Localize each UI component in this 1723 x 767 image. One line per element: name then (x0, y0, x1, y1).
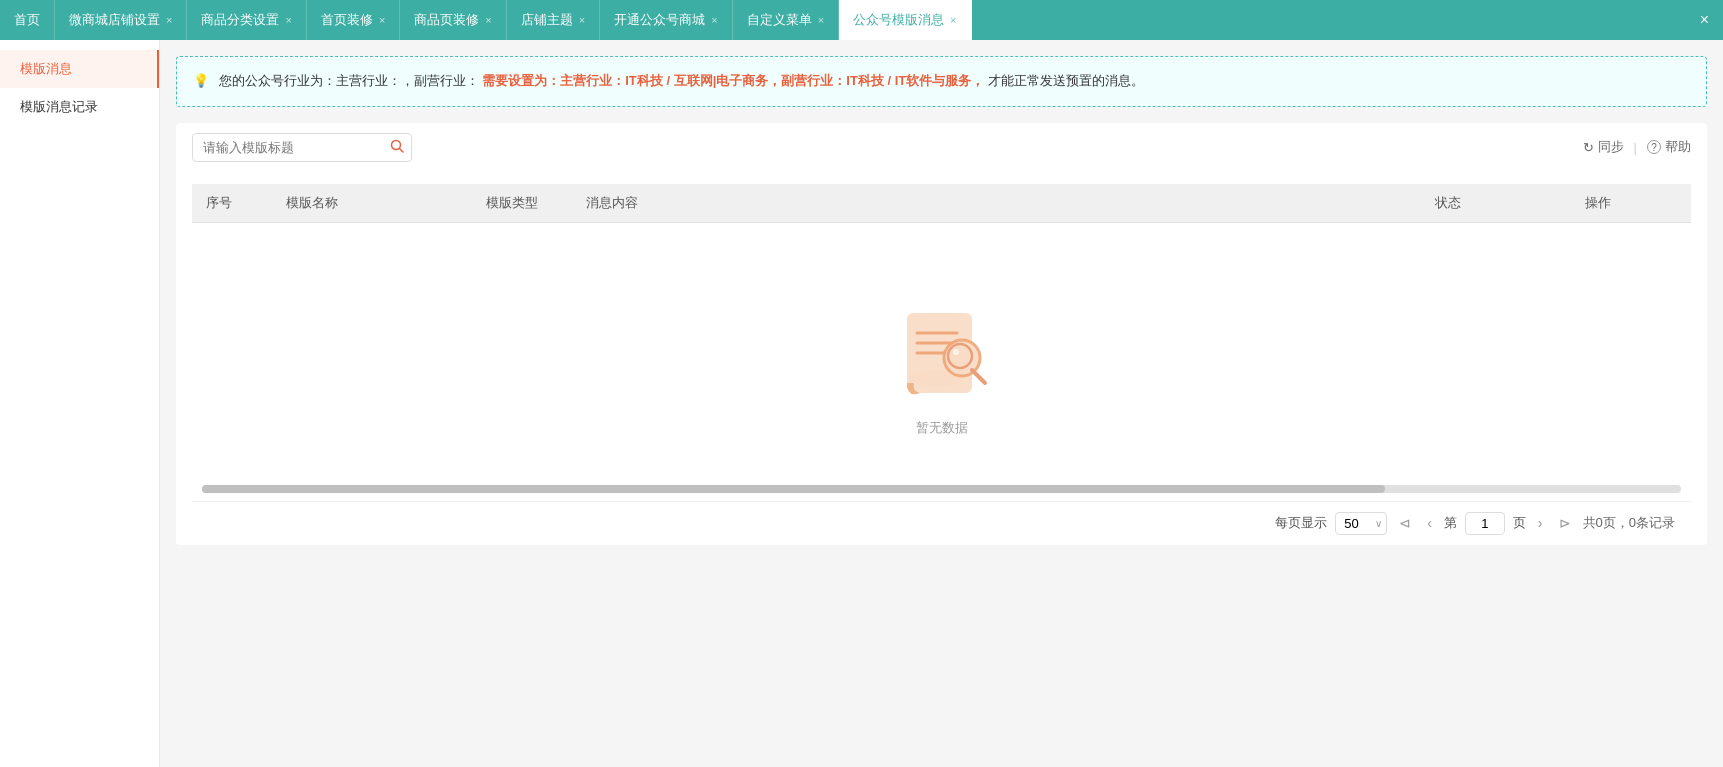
horizontal-scrollbar[interactable] (202, 485, 1681, 493)
nav-tab-product-page-decor[interactable]: 商品页装修 × (400, 0, 506, 40)
page-first-button[interactable]: ⊲ (1395, 513, 1415, 533)
col-header-content: 消息内容 (572, 184, 1421, 223)
empty-illustration (882, 283, 1002, 403)
col-header-action: 操作 (1571, 184, 1691, 223)
main-layout: 模版消息 模版消息记录 💡 您的公众号行业为：主营行业：，副营行业： 需要设置为… (0, 40, 1723, 767)
nav-tab-custom-menu[interactable]: 自定义菜单 × (733, 0, 839, 40)
help-icon: ? (1647, 140, 1661, 154)
nav-tab-store-theme[interactable]: 店铺主题 × (507, 0, 600, 40)
notice-box: 💡 您的公众号行业为：主营行业：，副营行业： 需要设置为：主营行业：IT科技 /… (176, 56, 1707, 107)
col-header-name: 模版名称 (272, 184, 472, 223)
close-icon[interactable]: × (379, 14, 385, 26)
search-input-wrap (192, 133, 412, 162)
nav-tab-open-wechat-mall[interactable]: 开通公众号商城 × (600, 0, 732, 40)
page-size-label: 每页显示 (1275, 514, 1327, 532)
data-table: 序号 模版名称 模版类型 消息内容 状态 操作 (192, 184, 1691, 477)
page-label: 第 (1444, 514, 1457, 532)
col-header-status: 状态 (1421, 184, 1571, 223)
close-icon[interactable]: × (285, 14, 291, 26)
page-next-button[interactable]: › (1534, 513, 1547, 533)
search-button[interactable] (390, 139, 404, 156)
sidebar: 模版消息 模版消息记录 (0, 40, 160, 767)
nav-tab-product-category[interactable]: 商品分类设置 × (187, 0, 306, 40)
close-icon[interactable]: × (818, 14, 824, 26)
svg-line-1 (400, 148, 404, 152)
content-area: 💡 您的公众号行业为：主营行业：，副营行业： 需要设置为：主营行业：IT科技 /… (160, 40, 1723, 767)
page-prev-button[interactable]: ‹ (1423, 513, 1436, 533)
sidebar-item-template-record[interactable]: 模版消息记录 (0, 88, 159, 126)
close-icon[interactable]: × (166, 14, 172, 26)
col-header-seq: 序号 (192, 184, 272, 223)
page-number-input[interactable] (1465, 512, 1505, 535)
page-size-select[interactable]: 50 10 20 100 (1335, 512, 1387, 535)
nav-tab-wechat-shop[interactable]: 微商城店铺设置 × (55, 0, 187, 40)
col-header-type: 模版类型 (472, 184, 572, 223)
empty-state: 暂无数据 (192, 223, 1691, 477)
notice-icon: 💡 (193, 73, 209, 88)
toolbar-divider: | (1634, 140, 1637, 155)
toolbar-right: ↻ 同步 | ? 帮助 (1583, 138, 1691, 156)
close-icon[interactable]: × (950, 14, 956, 26)
empty-text: 暂无数据 (916, 419, 968, 437)
search-bar: ↻ 同步 | ? 帮助 (192, 123, 1691, 172)
svg-line-9 (972, 370, 985, 383)
close-icon[interactable]: × (579, 14, 585, 26)
help-button[interactable]: ? 帮助 (1647, 138, 1691, 156)
pagination-bar: 每页显示 50 10 20 100 ⊲ ‹ 第 页 › ⊳ 共0页，0条记录 (192, 501, 1691, 545)
nav-tab-homepage-decor[interactable]: 首页装修 × (307, 0, 400, 40)
sync-icon: ↻ (1583, 140, 1594, 155)
search-input[interactable] (192, 133, 412, 162)
close-all-button[interactable]: × (1686, 11, 1723, 29)
close-icon[interactable]: × (711, 14, 717, 26)
svg-point-10 (953, 349, 959, 355)
close-icon[interactable]: × (485, 14, 491, 26)
page-total: 共0页，0条记录 (1583, 514, 1675, 532)
nav-tab-template-message[interactable]: 公众号模版消息 × (839, 0, 971, 40)
sidebar-item-template-message[interactable]: 模版消息 (0, 50, 159, 88)
sync-button[interactable]: ↻ 同步 (1583, 138, 1624, 156)
scrollbar-thumb (202, 485, 1385, 493)
page-size-select-wrap: 50 10 20 100 (1335, 512, 1387, 535)
nav-tab-home[interactable]: 首页 (0, 0, 55, 40)
page-last-button[interactable]: ⊳ (1555, 513, 1575, 533)
scrollbar-area (192, 477, 1691, 501)
top-nav: 首页 微商城店铺设置 × 商品分类设置 × 首页装修 × 商品页装修 × 店铺主… (0, 0, 1723, 40)
page-unit: 页 (1513, 514, 1526, 532)
